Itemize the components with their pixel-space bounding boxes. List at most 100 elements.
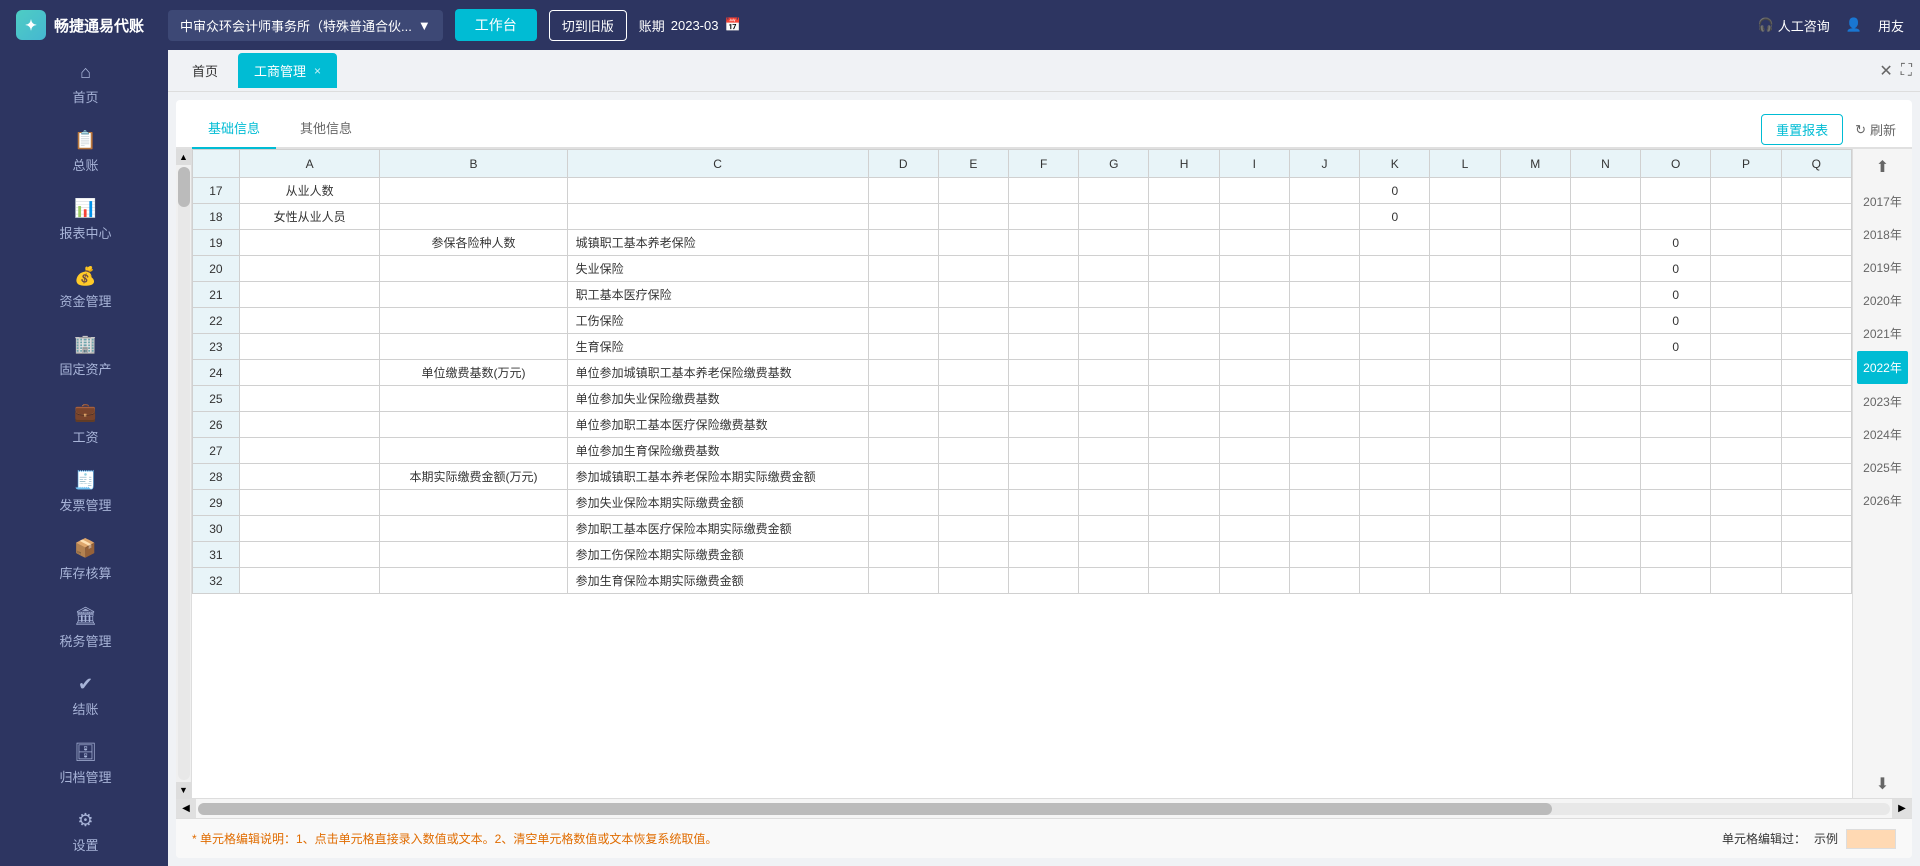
- cell-empty[interactable]: [1570, 386, 1640, 412]
- cell-empty[interactable]: [1711, 334, 1781, 360]
- cell-col-k[interactable]: [1360, 412, 1430, 438]
- cell-empty[interactable]: [1570, 464, 1640, 490]
- sub-tab-basic-info[interactable]: 基础信息: [192, 112, 276, 149]
- cell-empty[interactable]: [1079, 204, 1149, 230]
- year-item[interactable]: 2021年: [1853, 317, 1912, 350]
- cell-col-b[interactable]: [380, 282, 567, 308]
- cell-col-b[interactable]: [380, 308, 567, 334]
- cell-empty[interactable]: [1079, 230, 1149, 256]
- cell-empty[interactable]: [938, 230, 1008, 256]
- sidebar-item-finance[interactable]: 💰 资金管理: [0, 254, 168, 322]
- close-window-button[interactable]: ✕: [1879, 61, 1892, 81]
- cell-empty[interactable]: [1781, 516, 1851, 542]
- cell-empty[interactable]: [1570, 230, 1640, 256]
- cell-empty[interactable]: [1781, 178, 1851, 204]
- cell-empty[interactable]: [868, 542, 938, 568]
- cell-col-b[interactable]: [380, 204, 567, 230]
- cell-col-c[interactable]: 参加生育保险本期实际缴费金额: [567, 568, 868, 594]
- cell-empty[interactable]: [1079, 334, 1149, 360]
- cell-empty[interactable]: [1570, 490, 1640, 516]
- cell-col-c[interactable]: 单位参加职工基本医疗保险缴费基数: [567, 412, 868, 438]
- cell-empty[interactable]: [1570, 334, 1640, 360]
- cell-empty[interactable]: [938, 542, 1008, 568]
- cell-empty[interactable]: [1149, 230, 1219, 256]
- cell-col-c[interactable]: 参加职工基本医疗保险本期实际缴费金额: [567, 516, 868, 542]
- cell-col-c[interactable]: 参加工伤保险本期实际缴费金额: [567, 542, 868, 568]
- cell-empty[interactable]: [1149, 386, 1219, 412]
- reset-report-button[interactable]: 重置报表: [1761, 114, 1843, 145]
- cell-col-o[interactable]: [1641, 360, 1711, 386]
- cell-empty[interactable]: [1219, 178, 1289, 204]
- cell-col-b[interactable]: [380, 178, 567, 204]
- cell-empty[interactable]: [1711, 308, 1781, 334]
- cell-empty[interactable]: [1009, 204, 1079, 230]
- cell-empty[interactable]: [1711, 204, 1781, 230]
- cell-empty[interactable]: [938, 516, 1008, 542]
- cell-empty[interactable]: [1219, 438, 1289, 464]
- cell-empty[interactable]: [1430, 230, 1500, 256]
- tab-business[interactable]: 工商管理 ×: [238, 53, 337, 88]
- cell-col-a[interactable]: [239, 308, 379, 334]
- cell-empty[interactable]: [1430, 282, 1500, 308]
- cell-empty[interactable]: [1711, 490, 1781, 516]
- cell-empty[interactable]: [1430, 542, 1500, 568]
- cell-empty[interactable]: [1149, 516, 1219, 542]
- cell-empty[interactable]: [1079, 464, 1149, 490]
- sidebar-item-settle[interactable]: ✔ 结账: [0, 662, 168, 730]
- cell-empty[interactable]: [1430, 412, 1500, 438]
- year-item[interactable]: 2019年: [1853, 251, 1912, 284]
- year-item[interactable]: 2022年: [1857, 351, 1908, 384]
- cell-col-c[interactable]: 单位参加城镇职工基本养老保险缴费基数: [567, 360, 868, 386]
- cell-col-o[interactable]: [1641, 516, 1711, 542]
- cell-empty[interactable]: [1289, 204, 1359, 230]
- cell-col-a[interactable]: 从业人数: [239, 178, 379, 204]
- cell-empty[interactable]: [1711, 360, 1781, 386]
- cell-empty[interactable]: [1289, 256, 1359, 282]
- cell-empty[interactable]: [1149, 438, 1219, 464]
- cell-empty[interactable]: [1149, 464, 1219, 490]
- cell-empty[interactable]: [1781, 490, 1851, 516]
- cell-col-o[interactable]: 0: [1641, 308, 1711, 334]
- cell-empty[interactable]: [938, 490, 1008, 516]
- cell-empty[interactable]: [1079, 386, 1149, 412]
- hscroll-left-button[interactable]: ◀: [176, 799, 196, 819]
- cell-empty[interactable]: [1430, 438, 1500, 464]
- cell-empty[interactable]: [868, 308, 938, 334]
- cell-col-c[interactable]: [567, 204, 868, 230]
- cell-empty[interactable]: [1219, 204, 1289, 230]
- cell-col-a[interactable]: [239, 360, 379, 386]
- cell-empty[interactable]: [1430, 360, 1500, 386]
- cell-col-b[interactable]: [380, 490, 567, 516]
- cell-empty[interactable]: [938, 282, 1008, 308]
- cell-empty[interactable]: [1500, 256, 1570, 282]
- cell-empty[interactable]: [938, 308, 1008, 334]
- year-scroll-up-button[interactable]: ⬆: [1872, 153, 1893, 181]
- expand-window-button[interactable]: ⛶: [1901, 61, 1912, 81]
- cell-col-a[interactable]: [239, 542, 379, 568]
- cell-empty[interactable]: [1289, 438, 1359, 464]
- cell-empty[interactable]: [1289, 516, 1359, 542]
- cell-col-a[interactable]: [239, 386, 379, 412]
- cell-col-o[interactable]: 0: [1641, 230, 1711, 256]
- cell-empty[interactable]: [1430, 464, 1500, 490]
- cell-empty[interactable]: [1500, 204, 1570, 230]
- cell-empty[interactable]: [1219, 282, 1289, 308]
- cell-empty[interactable]: [1219, 230, 1289, 256]
- sheet-main[interactable]: A B C D E F G H I J K L: [192, 149, 1852, 798]
- cell-col-b[interactable]: [380, 386, 567, 412]
- cell-col-o[interactable]: [1641, 204, 1711, 230]
- cell-empty[interactable]: [1570, 516, 1640, 542]
- cell-empty[interactable]: [1219, 386, 1289, 412]
- cell-empty[interactable]: [1781, 464, 1851, 490]
- cell-empty[interactable]: [1289, 230, 1359, 256]
- cell-empty[interactable]: [1289, 568, 1359, 594]
- workbench-button[interactable]: 工作台: [455, 9, 537, 41]
- sidebar-item-ledger[interactable]: 📋 总账: [0, 118, 168, 186]
- cell-col-o[interactable]: [1641, 178, 1711, 204]
- cell-empty[interactable]: [1711, 542, 1781, 568]
- year-scroll-down-button[interactable]: ⬇: [1872, 770, 1893, 798]
- scroll-up-button[interactable]: ▲: [176, 149, 192, 165]
- cell-col-o[interactable]: [1641, 542, 1711, 568]
- cell-col-b[interactable]: [380, 542, 567, 568]
- cell-empty[interactable]: [1009, 386, 1079, 412]
